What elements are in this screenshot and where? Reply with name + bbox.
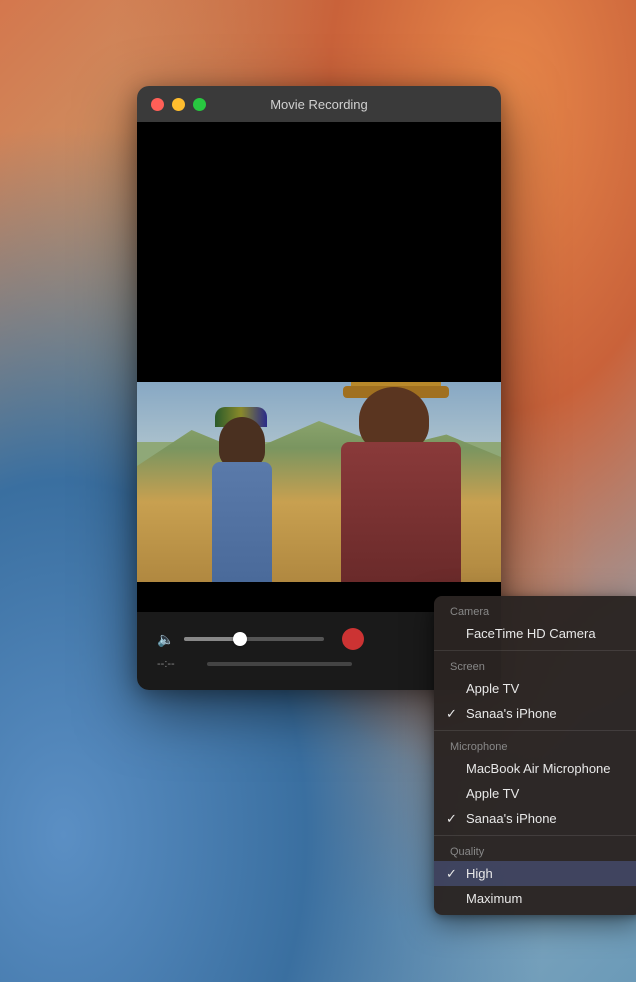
volume-slider-fill	[184, 637, 240, 641]
minimize-button[interactable]	[172, 98, 185, 111]
person-left	[197, 412, 287, 582]
screen-section-label: Screen	[434, 655, 636, 676]
video-container	[137, 122, 501, 612]
volume-slider[interactable]	[184, 637, 324, 641]
menu-item-sanaas-iphone-screen[interactable]: Sanaa's iPhone	[434, 701, 636, 726]
window-title: Movie Recording	[270, 97, 368, 112]
time-display: --:--	[157, 658, 197, 670]
menu-item-apple-tv-screen[interactable]: Apple TV	[434, 676, 636, 701]
person-right-body	[341, 442, 461, 582]
menu-section-camera: Camera FaceTime HD Camera	[434, 596, 636, 650]
menu-section-microphone: Microphone MacBook Air Microphone Apple …	[434, 730, 636, 835]
camera-section-label: Camera	[434, 600, 636, 621]
traffic-lights	[137, 98, 206, 111]
menu-item-quality-high[interactable]: High	[434, 861, 636, 886]
title-bar: Movie Recording	[137, 86, 501, 122]
menu-item-quality-maximum[interactable]: Maximum	[434, 886, 636, 911]
person-right	[331, 392, 471, 582]
dropdown-menu: Camera FaceTime HD Camera Screen Apple T…	[434, 596, 636, 915]
video-frame	[137, 382, 501, 582]
volume-slider-thumb[interactable]	[233, 632, 247, 646]
microphone-section-label: Microphone	[434, 735, 636, 756]
menu-item-facetime-hd[interactable]: FaceTime HD Camera	[434, 621, 636, 646]
person-left-body	[212, 462, 272, 582]
video-black-top	[137, 122, 501, 382]
quality-section-label: Quality	[434, 840, 636, 861]
progress-track[interactable]	[207, 662, 352, 666]
menu-item-apple-tv-mic[interactable]: Apple TV	[434, 781, 636, 806]
close-button[interactable]	[151, 98, 164, 111]
record-button[interactable]	[342, 628, 364, 650]
menu-section-quality: Quality High Maximum	[434, 835, 636, 915]
volume-row: 🔈	[157, 628, 481, 650]
playback-row: --:--	[157, 658, 481, 670]
menu-section-screen: Screen Apple TV Sanaa's iPhone	[434, 650, 636, 730]
menu-item-sanaas-iphone-mic[interactable]: Sanaa's iPhone	[434, 806, 636, 831]
person-left-head	[219, 417, 265, 467]
volume-icon[interactable]: 🔈	[157, 631, 174, 648]
maximize-button[interactable]	[193, 98, 206, 111]
menu-item-macbook-air-mic[interactable]: MacBook Air Microphone	[434, 756, 636, 781]
